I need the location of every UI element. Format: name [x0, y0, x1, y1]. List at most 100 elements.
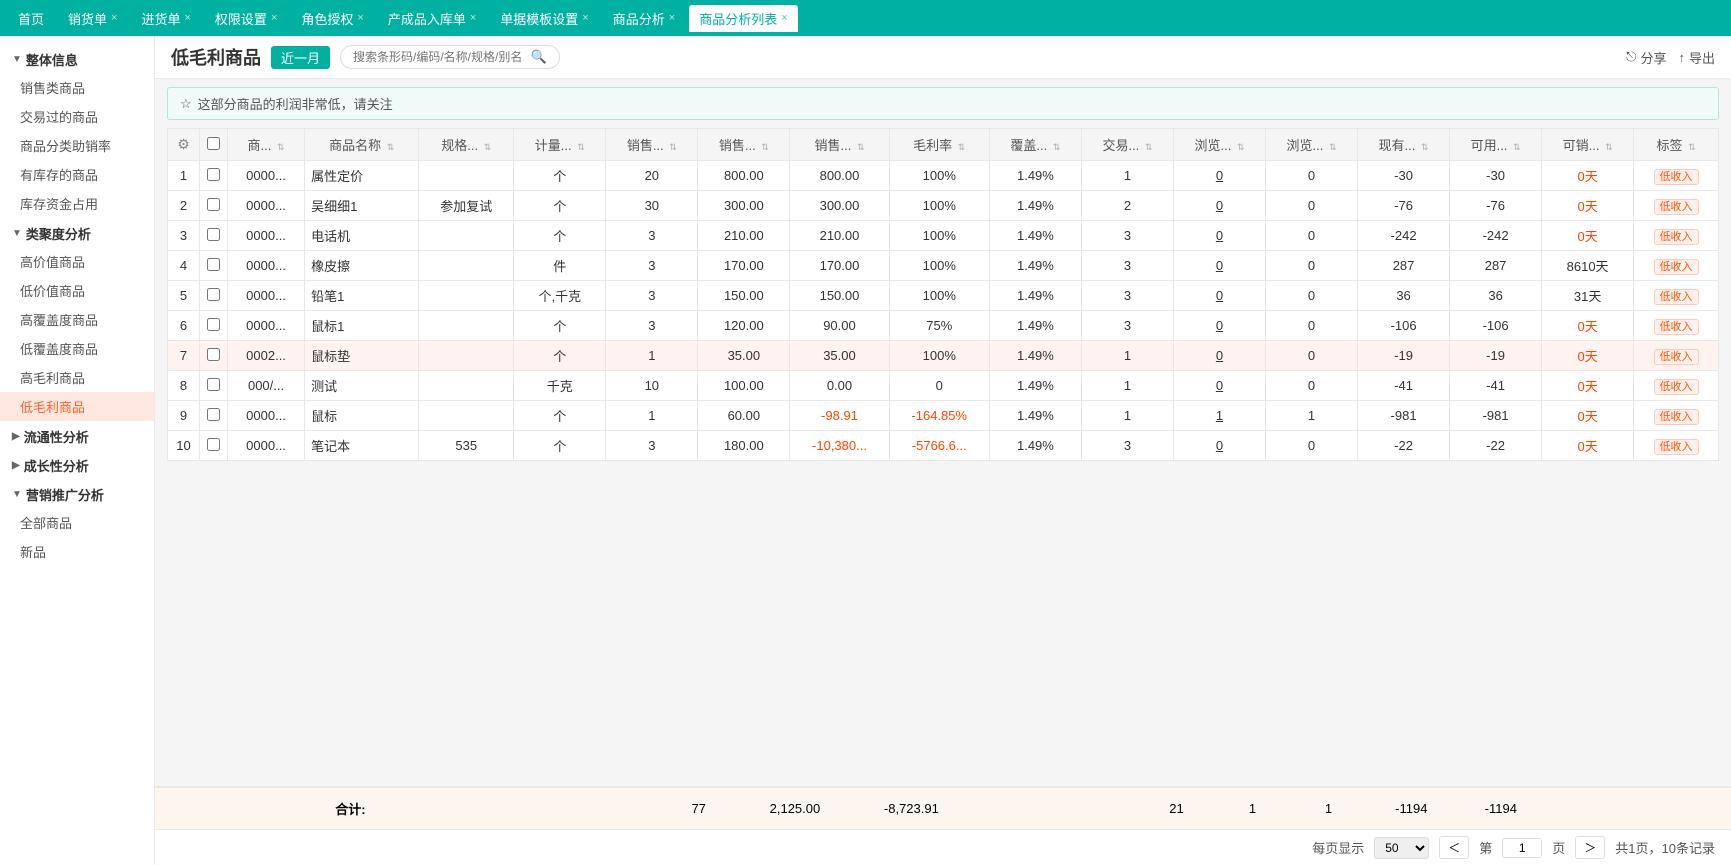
cell-browse1[interactable]: 0 [1173, 311, 1265, 341]
sidebar-item-high-value[interactable]: 高价值商品 [0, 247, 154, 276]
th-available[interactable]: 可用... ⇅ [1450, 129, 1542, 161]
close-icon[interactable]: × [470, 12, 476, 24]
th-transaction[interactable]: 交易... ⇅ [1081, 129, 1173, 161]
close-icon[interactable]: × [111, 12, 117, 24]
row-checkbox[interactable] [207, 408, 220, 421]
close-icon[interactable]: × [184, 12, 190, 24]
row-checkbox[interactable] [207, 168, 220, 181]
cell-browse1[interactable]: 0 [1173, 281, 1265, 311]
th-saleable[interactable]: 可销... ⇅ [1542, 129, 1634, 161]
th-current-stock[interactable]: 现有... ⇅ [1358, 129, 1450, 161]
cell-browse2: 0 [1266, 431, 1358, 461]
cell-checkbox[interactable] [200, 281, 228, 311]
cell-sales-price: 120.00 [698, 311, 790, 341]
nav-permission[interactable]: 权限设置 × [205, 5, 287, 32]
search-icon[interactable]: 🔍 [531, 49, 547, 65]
th-sales-price[interactable]: 销售... ⇅ [698, 129, 790, 161]
cell-checkbox[interactable] [200, 221, 228, 251]
row-checkbox[interactable] [207, 258, 220, 271]
sidebar-item-capital[interactable]: 库存资金占用 [0, 189, 154, 218]
cell-checkbox[interactable] [200, 161, 228, 191]
cell-checkbox[interactable] [200, 401, 228, 431]
th-gross-margin[interactable]: 毛利率 ⇅ [889, 129, 989, 161]
th-browse1[interactable]: 浏览... ⇅ [1173, 129, 1265, 161]
close-icon[interactable]: × [669, 12, 675, 24]
close-icon[interactable]: × [582, 12, 588, 24]
sidebar-group-overall[interactable]: ▼ 整体信息 [0, 44, 154, 73]
table-container[interactable]: ⚙ 商... ⇅ 商品名称 ⇅ 规格... ⇅ 计量... ⇅ 销售... ⇅ … [155, 120, 1731, 786]
sidebar-item-category-rate[interactable]: 商品分类助销率 [0, 131, 154, 160]
cell-checkbox[interactable] [200, 341, 228, 371]
cell-checkbox[interactable] [200, 431, 228, 461]
sidebar-group-marketing-label: 营销推广分析 [26, 485, 104, 504]
th-sales-profit[interactable]: 销售... ⇅ [790, 129, 889, 161]
cell-browse1[interactable]: 0 [1173, 371, 1265, 401]
th-sales-count[interactable]: 销售... ⇅ [606, 129, 698, 161]
nav-product-analysis[interactable]: 商品分析 × [603, 5, 685, 32]
th-tag[interactable]: 标签 ⇅ [1634, 129, 1719, 161]
row-checkbox[interactable] [207, 438, 220, 451]
cell-browse1[interactable]: 0 [1173, 251, 1265, 281]
sidebar-item-has-stock[interactable]: 有库存的商品 [0, 160, 154, 189]
cell-checkbox[interactable] [200, 311, 228, 341]
sidebar-group-growth[interactable]: ▶ 成长性分析 [0, 450, 154, 479]
row-checkbox[interactable] [207, 378, 220, 391]
sidebar-item-low-coverage[interactable]: 低覆盖度商品 [0, 334, 154, 363]
th-coverage[interactable]: 覆盖... ⇅ [989, 129, 1081, 161]
prev-page-button[interactable]: ＜ [1439, 836, 1469, 859]
select-all-checkbox[interactable] [207, 137, 220, 150]
cell-browse1[interactable]: 0 [1173, 191, 1265, 221]
per-page-select[interactable]: 50 20 100 [1374, 837, 1429, 859]
nav-template[interactable]: 单据模板设置 × [490, 5, 598, 32]
row-checkbox[interactable] [207, 318, 220, 331]
cell-checkbox[interactable] [200, 191, 228, 221]
sidebar-item-all-products[interactable]: 全部商品 [0, 508, 154, 537]
th-code[interactable]: 商... ⇅ [228, 129, 305, 161]
cell-sales-price: 35.00 [698, 341, 790, 371]
cell-browse2: 0 [1266, 161, 1358, 191]
th-settings[interactable]: ⚙ [168, 129, 200, 161]
search-input[interactable] [353, 50, 525, 64]
sidebar-item-traded[interactable]: 交易过的商品 [0, 102, 154, 131]
th-spec[interactable]: 规格... ⇅ [419, 129, 514, 161]
nav-analysis-list[interactable]: 商品分析列表 × [689, 5, 797, 32]
cell-sales-profit: 150.00 [790, 281, 889, 311]
cell-checkbox[interactable] [200, 251, 228, 281]
sidebar-item-low-value[interactable]: 低价值商品 [0, 276, 154, 305]
close-icon[interactable]: × [357, 12, 363, 24]
sidebar-item-sales-products[interactable]: 销售类商品 [0, 73, 154, 102]
share-button[interactable]: ⎋ 分享 [1626, 48, 1666, 67]
current-page-input[interactable] [1502, 838, 1542, 858]
sidebar-group-marketing[interactable]: ▼ 营销推广分析 [0, 479, 154, 508]
nav-sales[interactable]: 销货单 × [58, 5, 127, 32]
cell-browse1[interactable]: 0 [1173, 221, 1265, 251]
sidebar-item-high-coverage[interactable]: 高覆盖度商品 [0, 305, 154, 334]
th-unit[interactable]: 计量... ⇅ [514, 129, 606, 161]
nav-role[interactable]: 角色授权 × [291, 5, 373, 32]
cell-transaction: 1 [1081, 341, 1173, 371]
th-name[interactable]: 商品名称 ⇅ [305, 129, 419, 161]
row-checkbox[interactable] [207, 348, 220, 361]
row-checkbox[interactable] [207, 228, 220, 241]
next-page-button[interactable]: ＞ [1575, 836, 1605, 859]
cell-browse1[interactable]: 0 [1173, 341, 1265, 371]
th-browse2[interactable]: 浏览... ⇅ [1266, 129, 1358, 161]
cell-checkbox[interactable] [200, 371, 228, 401]
nav-product-in[interactable]: 产成品入库单 × [378, 5, 486, 32]
close-icon[interactable]: × [271, 12, 277, 24]
close-icon[interactable]: × [781, 12, 787, 24]
sidebar-item-high-margin[interactable]: 高毛利商品 [0, 363, 154, 392]
nav-purchase[interactable]: 进货单 × [131, 5, 200, 32]
cell-browse1[interactable]: 1 [1173, 401, 1265, 431]
sidebar-group-cluster[interactable]: ▼ 类聚度分析 [0, 218, 154, 247]
cell-browse1[interactable]: 0 [1173, 431, 1265, 461]
sidebar-item-new-products[interactable]: 新品 [0, 537, 154, 566]
export-button[interactable]: ↑ 导出 [1678, 48, 1715, 67]
row-checkbox[interactable] [207, 198, 220, 211]
nav-home[interactable]: 首页 [8, 5, 54, 32]
sidebar-group-flow[interactable]: ▶ 流通性分析 [0, 421, 154, 450]
row-checkbox[interactable] [207, 288, 220, 301]
filter-recent-month[interactable]: 近一月 [271, 46, 330, 69]
cell-browse1[interactable]: 0 [1173, 161, 1265, 191]
sidebar-item-low-margin[interactable]: 低毛利商品 [0, 392, 154, 421]
